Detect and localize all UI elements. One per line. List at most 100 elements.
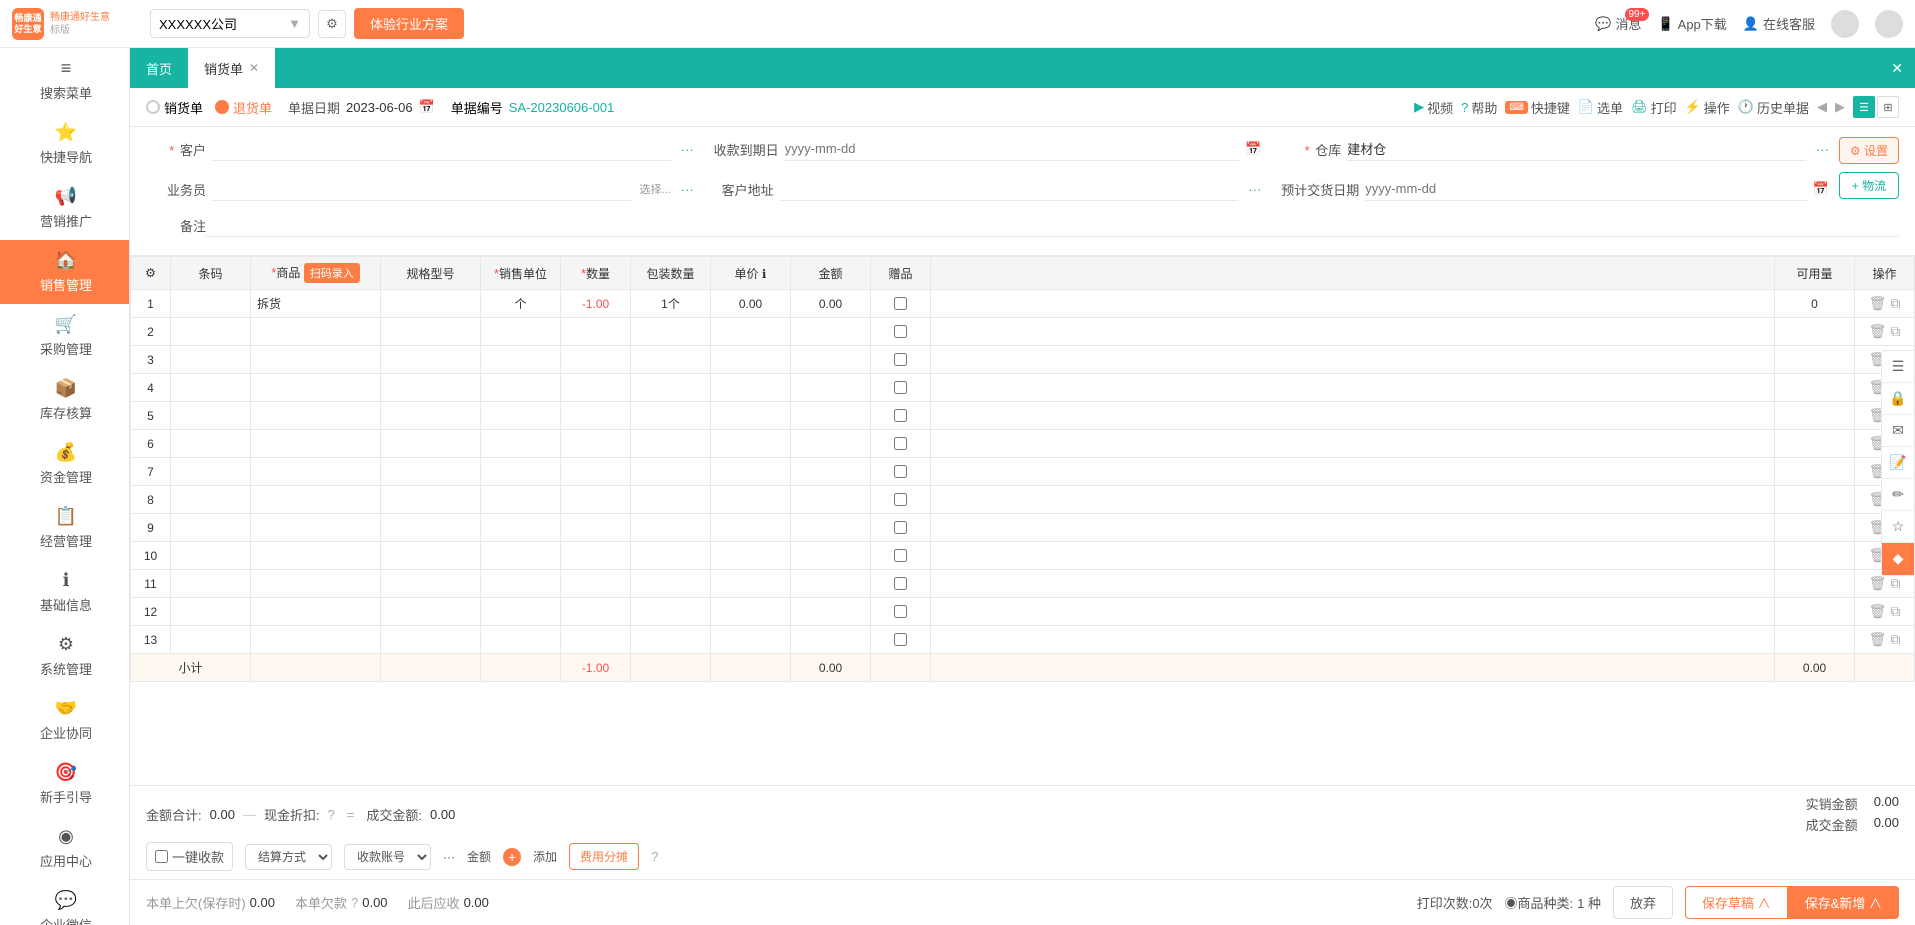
- sidebar-item-system[interactable]: ⚙ 系统管理: [0, 624, 129, 688]
- nav-prev-icon[interactable]: ◀: [1817, 99, 1827, 115]
- sidebar-item-sales[interactable]: 🏠 销售管理: [0, 240, 129, 304]
- avatar[interactable]: [1831, 10, 1859, 38]
- gift-checkbox[interactable]: [894, 381, 907, 394]
- tab-close-icon[interactable]: ✕: [249, 61, 259, 75]
- layout-list-button[interactable]: ☰: [1853, 96, 1875, 118]
- customer-address-input[interactable]: [780, 177, 1239, 201]
- fee-split-button[interactable]: 费用分摊: [569, 843, 639, 870]
- warehouse-input[interactable]: [1347, 137, 1806, 161]
- gift-checkbox[interactable]: [894, 633, 907, 646]
- account-select[interactable]: 收款账号: [344, 844, 431, 870]
- sidebar-item-basic-info[interactable]: ℹ 基础信息: [0, 560, 129, 624]
- gift-checkbox[interactable]: [894, 605, 907, 618]
- print-button[interactable]: 🖨 打印: [1631, 98, 1677, 117]
- right-tool-list[interactable]: ☰: [1882, 351, 1914, 383]
- scan-button[interactable]: 扫码录入: [304, 263, 360, 283]
- one-click-pay-check[interactable]: [155, 850, 168, 863]
- sidebar-item-search[interactable]: ≡ 搜索菜单: [0, 48, 129, 112]
- right-tool-orange[interactable]: ◆: [1882, 543, 1914, 575]
- settings-button[interactable]: ⚙ 设置: [1839, 137, 1899, 164]
- sidebar-item-quick-nav[interactable]: ⭐ 快捷导航: [0, 112, 129, 176]
- right-tool-star[interactable]: ☆: [1882, 511, 1914, 543]
- customer-dots-button[interactable]: ···: [681, 142, 694, 157]
- sidebar-item-inventory[interactable]: 📦 库存核算: [0, 368, 129, 432]
- message-button[interactable]: 💬 消息 99+: [1595, 14, 1641, 33]
- salesperson-dots-button[interactable]: ···: [681, 182, 694, 197]
- close-all-icon[interactable]: ✕: [1891, 60, 1903, 77]
- sidebar-item-app-center[interactable]: ◉ 应用中心: [0, 816, 129, 880]
- online-service-button[interactable]: 👤 在线客服: [1743, 14, 1815, 33]
- app-download-button[interactable]: 📱 App下载: [1657, 14, 1726, 33]
- sidebar-item-management[interactable]: 📋 经营管理: [0, 496, 129, 560]
- delete-row-icon[interactable]: 🗑: [1869, 631, 1887, 648]
- copy-row-icon[interactable]: ⧉: [1890, 631, 1900, 648]
- right-tool-note[interactable]: 📝: [1882, 447, 1914, 479]
- delete-row-icon[interactable]: 🗑: [1869, 295, 1887, 312]
- one-click-pay-checkbox[interactable]: 一键收款: [146, 842, 233, 871]
- layout-grid-button[interactable]: ⊞: [1877, 96, 1899, 118]
- tab-sales-order[interactable]: 销货单 ✕: [188, 48, 275, 88]
- warehouse-dots-button[interactable]: ···: [1816, 142, 1829, 157]
- save-draft-button[interactable]: 保存草稿 ∧: [1685, 886, 1788, 919]
- save-new-button[interactable]: 保存&新增 ∧: [1788, 886, 1899, 919]
- avatar-extra[interactable]: [1875, 10, 1903, 38]
- gift-checkbox[interactable]: [894, 353, 907, 366]
- right-tool-lock[interactable]: 🔒: [1882, 383, 1914, 415]
- sidebar-item-newbie[interactable]: 🎯 新手引导: [0, 752, 129, 816]
- delete-row-icon[interactable]: 🗑: [1869, 323, 1887, 340]
- operate-button[interactable]: ⚡ 操作: [1685, 98, 1730, 117]
- copy-row-icon[interactable]: ⧉: [1890, 575, 1900, 592]
- trial-button[interactable]: 体验行业方案: [354, 8, 464, 39]
- date-calendar-icon[interactable]: 📅: [419, 99, 435, 115]
- delete-row-icon[interactable]: 🗑: [1869, 603, 1887, 620]
- help-button[interactable]: ? 帮助: [1461, 98, 1497, 117]
- sidebar-item-finance[interactable]: 💰 资金管理: [0, 432, 129, 496]
- company-selector[interactable]: XXXXXX公司 ▼: [150, 9, 310, 38]
- expected-delivery-input[interactable]: [1365, 177, 1806, 201]
- gift-checkbox[interactable]: [894, 409, 907, 422]
- gift-checkbox[interactable]: [894, 493, 907, 506]
- gift-checkbox[interactable]: [894, 297, 907, 310]
- nav-next-icon[interactable]: ▶: [1835, 99, 1845, 115]
- sidebar-item-marketing[interactable]: 📢 营销推广: [0, 176, 129, 240]
- gift-checkbox[interactable]: [894, 549, 907, 562]
- video-button[interactable]: ▶ 视频: [1414, 98, 1453, 117]
- gift-checkbox[interactable]: [894, 465, 907, 478]
- tab-home[interactable]: 首页: [130, 48, 188, 88]
- notes-input[interactable]: [206, 213, 1899, 237]
- payment-due-calendar-icon[interactable]: 📅: [1245, 141, 1261, 157]
- gift-checkbox[interactable]: [894, 325, 907, 338]
- delete-row-icon[interactable]: 🗑: [1869, 575, 1887, 592]
- right-tool-mail[interactable]: ✉: [1882, 415, 1914, 447]
- select-order-button[interactable]: 📄 选单: [1578, 98, 1623, 117]
- gift-checkbox[interactable]: [894, 521, 907, 534]
- logistics-button[interactable]: + 物流: [1839, 172, 1899, 199]
- payment-due-input[interactable]: [785, 137, 1239, 161]
- right-tool-edit[interactable]: ✏: [1882, 479, 1914, 511]
- address-dots-button[interactable]: ···: [1248, 182, 1261, 197]
- salesperson-input[interactable]: [212, 177, 631, 201]
- gift-checkbox[interactable]: [894, 577, 907, 590]
- total-owe-question[interactable]: ?: [351, 895, 358, 910]
- table-row: 13 🗑 ⧉: [131, 626, 1915, 654]
- add-button[interactable]: +: [503, 848, 521, 866]
- copy-row-icon[interactable]: ⧉: [1890, 603, 1900, 620]
- copy-row-icon[interactable]: ⧉: [1890, 295, 1900, 312]
- shortcut-button[interactable]: ⌨ 快捷键: [1505, 98, 1569, 117]
- calc-method-select[interactable]: 结算方式: [245, 844, 332, 870]
- customer-input[interactable]: [212, 137, 671, 161]
- th-settings[interactable]: ⚙: [131, 257, 171, 290]
- delivery-calendar-icon[interactable]: 📅: [1813, 181, 1829, 197]
- sidebar-item-purchase[interactable]: 🛒 采购管理: [0, 304, 129, 368]
- sidebar-item-enterprise[interactable]: 🤝 企业协同: [0, 688, 129, 752]
- settings-gear-button[interactable]: ⚙: [318, 10, 346, 38]
- return-order-radio[interactable]: 退货单: [215, 98, 272, 117]
- discard-button[interactable]: 放弃: [1613, 886, 1673, 919]
- fee-question-icon[interactable]: ?: [651, 849, 658, 864]
- account-dots[interactable]: ···: [443, 850, 455, 864]
- copy-row-icon[interactable]: ⧉: [1890, 323, 1900, 340]
- gift-checkbox[interactable]: [894, 437, 907, 450]
- history-button[interactable]: 🕐 历史单据: [1738, 98, 1809, 117]
- sales-order-radio[interactable]: 销货单: [146, 98, 203, 117]
- sidebar-item-wechat[interactable]: 💬 企业微信: [0, 880, 129, 925]
